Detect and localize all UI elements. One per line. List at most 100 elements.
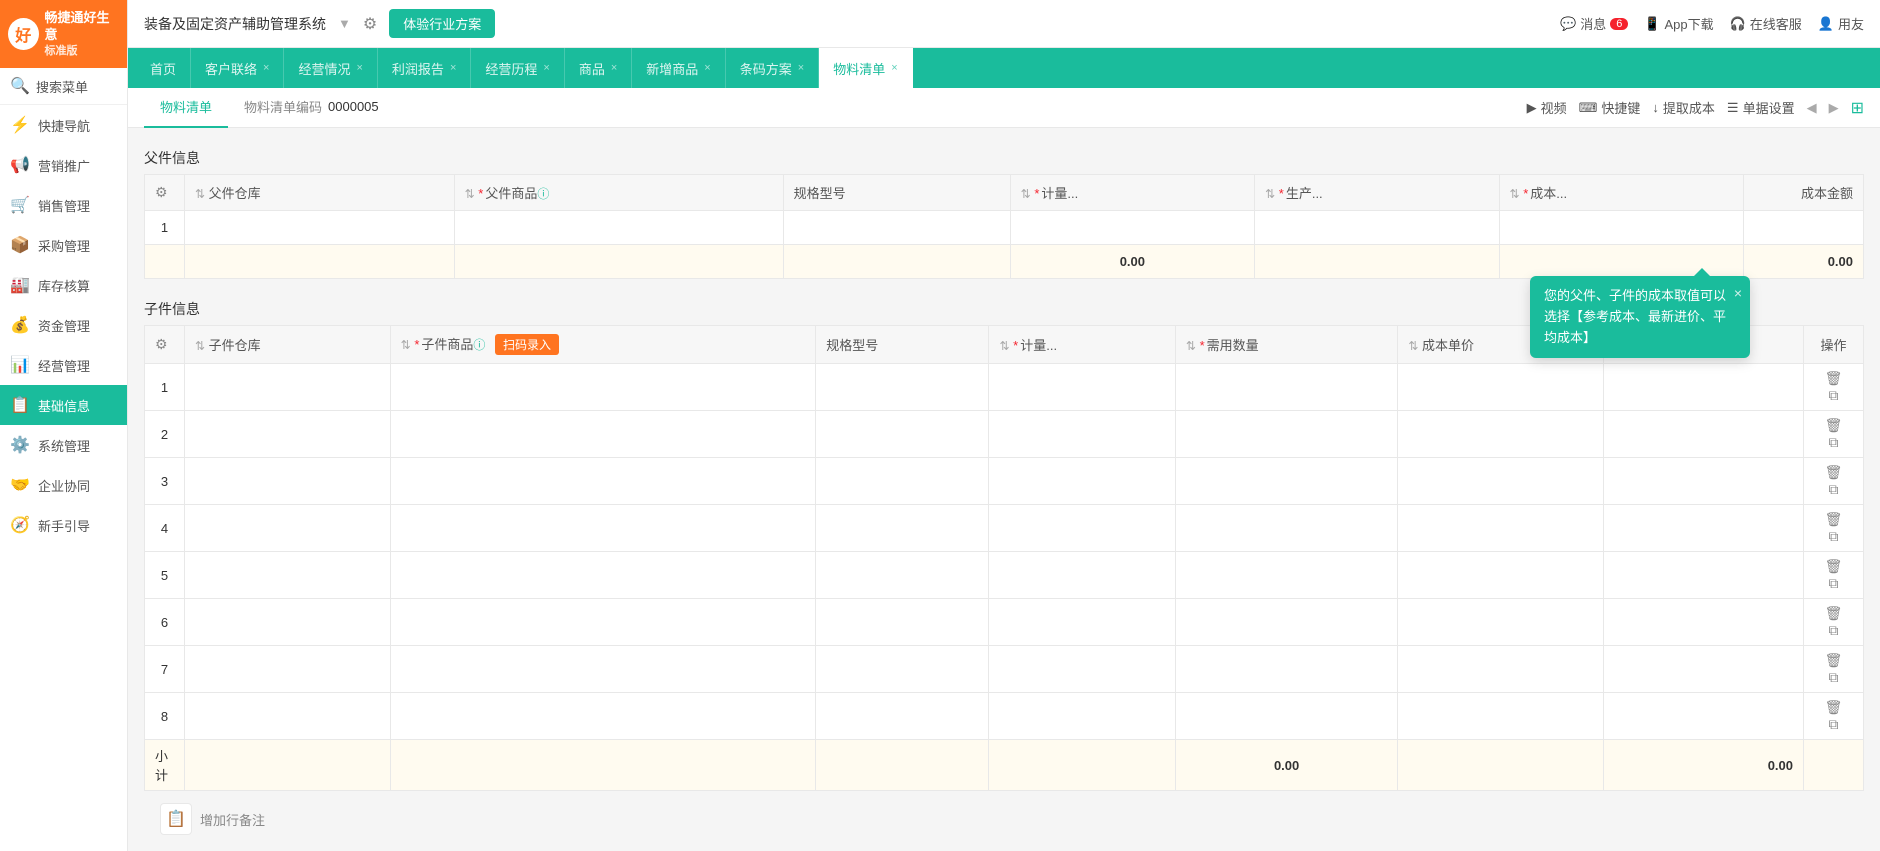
gear-icon-header[interactable]: ⚙ [363, 14, 377, 34]
nav-next-icon[interactable]: ▶ [1829, 100, 1839, 116]
add-row-button[interactable]: 📋 [160, 803, 192, 835]
copy-icon-8[interactable]: ⧉ [1829, 716, 1839, 732]
parent-row1-cost[interactable] [1499, 211, 1744, 245]
child-row5-unit-cost[interactable] [1398, 552, 1604, 599]
sidebar-item-enterprise[interactable]: 🤝企业协同 [0, 465, 127, 505]
nav-tab-close-7[interactable]: × [798, 62, 804, 74]
child-row7-spec[interactable] [816, 646, 989, 693]
sidebar-item-purchase[interactable]: 📦采购管理 [0, 225, 127, 265]
child-row8-qty[interactable] [1175, 693, 1397, 740]
child-row7-qty[interactable] [1175, 646, 1397, 693]
delete-icon-5[interactable]: 🗑 [1825, 558, 1843, 574]
child-row5-spec[interactable] [816, 552, 989, 599]
child-row6-qty[interactable] [1175, 599, 1397, 646]
parent-row1-product[interactable] [454, 211, 783, 245]
delete-icon-3[interactable]: 🗑 [1825, 464, 1843, 480]
nav-tab-4[interactable]: 经营历程× [471, 48, 564, 88]
nav-tab-close-6[interactable]: × [704, 62, 710, 74]
child-row8-product[interactable] [390, 693, 816, 740]
copy-icon-5[interactable]: ⧉ [1829, 575, 1839, 591]
child-row3-product[interactable] [390, 458, 816, 505]
child-row2-spec[interactable] [816, 411, 989, 458]
delete-icon-1[interactable]: 🗑 [1825, 370, 1843, 386]
child-row4-warehouse[interactable] [185, 505, 391, 552]
single-setting-button[interactable]: ☰ 单据设置 [1727, 98, 1795, 117]
copy-icon-6[interactable]: ⧉ [1829, 622, 1839, 638]
child-row2-qty[interactable] [1175, 411, 1397, 458]
sub-tab-list[interactable]: 物料清单 [144, 88, 228, 128]
child-row1-spec[interactable] [816, 364, 989, 411]
child-row2-product[interactable] [390, 411, 816, 458]
gear-icon-parent[interactable]: ⚙ [155, 184, 168, 200]
user-button[interactable]: 👤 用友 [1818, 14, 1864, 33]
child-row4-unit[interactable] [989, 505, 1175, 552]
try-industry-button[interactable]: 体验行业方案 [389, 9, 495, 38]
child-row6-warehouse[interactable] [185, 599, 391, 646]
scan-input-button[interactable]: 扫码录入 [495, 334, 559, 355]
delete-icon-6[interactable]: 🗑 [1825, 605, 1843, 621]
nav-tab-close-4[interactable]: × [543, 62, 549, 74]
copy-icon-4[interactable]: ⧉ [1829, 528, 1839, 544]
sidebar-item-guide[interactable]: 🧭新手引导 [0, 505, 127, 545]
child-row2-unit[interactable] [989, 411, 1175, 458]
child-row3-qty[interactable] [1175, 458, 1397, 505]
nav-tab-7[interactable]: 条码方案× [726, 48, 819, 88]
child-row2-warehouse[interactable] [185, 411, 391, 458]
child-row4-product[interactable] [390, 505, 816, 552]
nav-prev-icon[interactable]: ◀ [1807, 100, 1817, 116]
app-download-button[interactable]: 📱 App下载 [1644, 14, 1713, 33]
child-row3-spec[interactable] [816, 458, 989, 505]
gear-icon-child[interactable]: ⚙ [155, 336, 168, 352]
child-row4-unit-cost[interactable] [1398, 505, 1604, 552]
child-row3-warehouse[interactable] [185, 458, 391, 505]
child-row8-unit-cost[interactable] [1398, 693, 1604, 740]
sidebar-item-sales[interactable]: 🛒销售管理 [0, 185, 127, 225]
child-row1-product[interactable] [390, 364, 816, 411]
child-row7-unit-cost[interactable] [1398, 646, 1604, 693]
child-row5-product[interactable] [390, 552, 816, 599]
child-row7-warehouse[interactable] [185, 646, 391, 693]
child-row1-qty[interactable] [1175, 364, 1397, 411]
nav-tab-close-1[interactable]: × [263, 62, 269, 74]
nav-tab-6[interactable]: 新增商品× [632, 48, 725, 88]
child-row2-unit-cost[interactable] [1398, 411, 1604, 458]
grid-icon[interactable]: ⊞ [1851, 98, 1864, 118]
child-row6-product[interactable] [390, 599, 816, 646]
nav-tab-8[interactable]: 物料清单× [819, 48, 912, 88]
nav-tab-3[interactable]: 利润报告× [378, 48, 471, 88]
nav-tab-close-8[interactable]: × [891, 62, 897, 74]
child-row6-unit[interactable] [989, 599, 1175, 646]
child-row3-unit[interactable] [989, 458, 1175, 505]
child-row1-warehouse[interactable] [185, 364, 391, 411]
nav-tab-close-3[interactable]: × [450, 62, 456, 74]
parent-row1-warehouse[interactable] [185, 211, 455, 245]
child-row8-warehouse[interactable] [185, 693, 391, 740]
child-row1-unit[interactable] [989, 364, 1175, 411]
delete-icon-4[interactable]: 🗑 [1825, 511, 1843, 527]
copy-icon-2[interactable]: ⧉ [1829, 434, 1839, 450]
child-row8-spec[interactable] [816, 693, 989, 740]
sidebar-item-system[interactable]: ⚙️系统管理 [0, 425, 127, 465]
parent-row1-produce[interactable] [1255, 211, 1499, 245]
child-row5-qty[interactable] [1175, 552, 1397, 599]
sidebar-item-operations[interactable]: 📊经营管理 [0, 345, 127, 385]
sidebar-item-basic-info[interactable]: 📋基础信息 [0, 385, 127, 425]
delete-icon-7[interactable]: 🗑 [1825, 652, 1843, 668]
nav-tab-close-2[interactable]: × [356, 62, 362, 74]
nav-tab-2[interactable]: 经营情况× [284, 48, 377, 88]
child-row7-product[interactable] [390, 646, 816, 693]
delete-icon-8[interactable]: 🗑 [1825, 699, 1843, 715]
child-row7-unit[interactable] [989, 646, 1175, 693]
child-row6-spec[interactable] [816, 599, 989, 646]
nav-tab-0[interactable]: 首页 [136, 48, 191, 88]
delete-icon-2[interactable]: 🗑 [1825, 417, 1843, 433]
child-row3-unit-cost[interactable] [1398, 458, 1604, 505]
child-product-info-icon[interactable]: ⓘ [473, 338, 485, 352]
view-video-button[interactable]: ▶ 视频 [1527, 98, 1567, 117]
sidebar-item-inventory[interactable]: 🏭库存核算 [0, 265, 127, 305]
tooltip-close-button[interactable]: × [1734, 282, 1742, 304]
sidebar-search[interactable]: 🔍 搜索菜单 [0, 68, 127, 105]
sidebar-item-finance[interactable]: 💰资金管理 [0, 305, 127, 345]
copy-icon-3[interactable]: ⧉ [1829, 481, 1839, 497]
child-row8-unit[interactable] [989, 693, 1175, 740]
